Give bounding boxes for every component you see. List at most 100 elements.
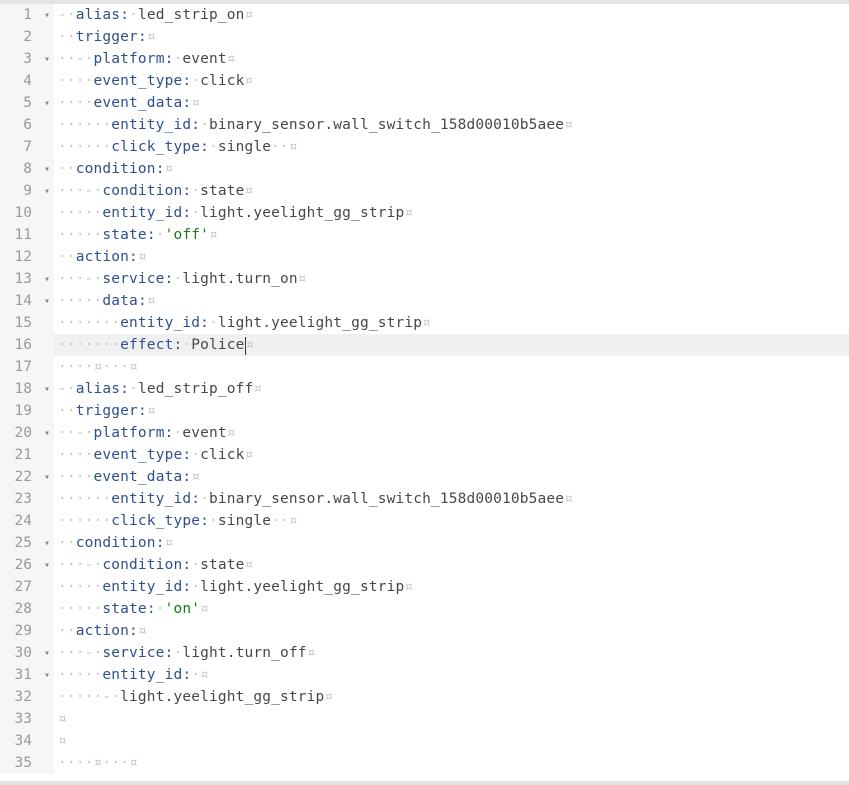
code-content[interactable]: ·····-·light.yeelight_gg_strip¤	[54, 686, 849, 708]
fold-toggle-icon[interactable]: ▾	[40, 664, 54, 686]
fold-toggle-icon[interactable]: ▾	[40, 290, 54, 312]
code-line[interactable]: 20▾··-·platform:·event¤	[0, 422, 849, 444]
code-content[interactable]: ·····entity_id:·¤	[54, 664, 849, 686]
code-line[interactable]: 11·····state:·'off'¤	[0, 224, 849, 246]
code-content[interactable]: ¤	[54, 708, 849, 730]
code-line[interactable]: 10·····entity_id:·light.yeelight_gg_stri…	[0, 202, 849, 224]
code-content[interactable]: ····event_data:¤	[54, 92, 849, 114]
code-line[interactable]: 19··trigger:¤	[0, 400, 849, 422]
code-content[interactable]: ·····entity_id:·light.yeelight_gg_strip¤	[54, 576, 849, 598]
token-ws: ·	[191, 183, 200, 199]
fold-toggle-icon[interactable]: ▾	[40, 4, 54, 26]
fold-toggle-icon[interactable]: ▾	[40, 48, 54, 70]
code-line[interactable]: 18▾-·alias:·led_strip_off¤	[0, 378, 849, 400]
code-line[interactable]: 14▾·····data:¤	[0, 290, 849, 312]
code-line[interactable]: 22▾····event_data:¤	[0, 466, 849, 488]
token-ws: ···-·	[58, 271, 102, 287]
code-content[interactable]: ······click_type:·single··¤	[54, 510, 849, 532]
code-line[interactable]: 29··action:¤	[0, 620, 849, 642]
code-line[interactable]: 7 ······click_type:·single··¤	[0, 136, 849, 158]
code-line[interactable]: 21····event_type:·click¤	[0, 444, 849, 466]
code-line[interactable]: 24······click_type:·single··¤	[0, 510, 849, 532]
code-line[interactable]: 17····¤···¤	[0, 356, 849, 378]
code-content[interactable]: ···-·service:·light.turn_off¤	[54, 642, 849, 664]
code-content[interactable]: ······click_type:·single··¤	[54, 136, 849, 158]
fold-toggle-icon[interactable]: ▾	[40, 378, 54, 400]
code-content[interactable]: ·······entity_id:·light.yeelight_gg_stri…	[54, 312, 849, 334]
code-editor[interactable]: 1▾-·alias:·led_strip_on¤2··trigger:¤3▾··…	[0, 0, 849, 785]
code-content[interactable]: ¤	[54, 730, 849, 752]
code-content[interactable]: ···-·condition:·state¤	[54, 180, 849, 202]
code-content[interactable]: ····event_type:·click¤	[54, 70, 849, 92]
code-line[interactable]: 26▾···-·condition:·state¤	[0, 554, 849, 576]
fold-toggle-icon[interactable]: ▾	[40, 532, 54, 554]
code-line[interactable]: 6······entity_id:·binary_sensor.wall_swi…	[0, 114, 849, 136]
fold-toggle-icon	[40, 708, 54, 730]
code-content[interactable]: ·····state:·'on'¤	[54, 598, 849, 620]
code-content[interactable]: ··-·platform:·event¤	[54, 422, 849, 444]
code-content[interactable]: ··condition:¤	[54, 158, 849, 180]
code-content[interactable]: ··action:¤	[54, 620, 849, 642]
line-number: 30	[0, 642, 40, 664]
code-line[interactable]: 3▾··-·platform:·event¤	[0, 48, 849, 70]
fold-toggle-icon[interactable]: ▾	[40, 554, 54, 576]
line-number: 18	[0, 378, 40, 400]
code-line[interactable]: 8▾··condition:¤	[0, 158, 849, 180]
token-eol: ¤	[245, 557, 254, 573]
fold-toggle-icon[interactable]: ▾	[40, 268, 54, 290]
code-content[interactable]: ···-·service:·light.turn_on¤	[54, 268, 849, 290]
code-line[interactable]: 23······entity_id:·binary_sensor.wall_sw…	[0, 488, 849, 510]
code-content[interactable]: ·····entity_id:·light.yeelight_gg_strip¤	[54, 202, 849, 224]
code-content[interactable]: -·alias:·led_strip_off¤	[54, 378, 849, 400]
code-content[interactable]: ·······effect:·Police¤	[54, 334, 849, 356]
code-content[interactable]: ··trigger:¤	[54, 400, 849, 422]
token-key: service	[102, 645, 164, 661]
code-content[interactable]: ··trigger:¤	[54, 26, 849, 48]
code-content[interactable]: ··action:¤	[54, 246, 849, 268]
code-content[interactable]: ·····data:¤	[54, 290, 849, 312]
code-line[interactable]: 33¤	[0, 708, 849, 730]
code-line[interactable]: 1▾-·alias:·led_strip_on¤	[0, 4, 849, 26]
code-line[interactable]: 28·····state:·'on'¤	[0, 598, 849, 620]
code-line[interactable]: 34¤	[0, 730, 849, 752]
token-key: event_type	[94, 447, 183, 463]
token-ws: ··	[58, 161, 76, 177]
fold-toggle-icon[interactable]: ▾	[40, 92, 54, 114]
code-content[interactable]: ······entity_id:·binary_sensor.wall_swit…	[54, 114, 849, 136]
code-line[interactable]: 25▾··condition:¤	[0, 532, 849, 554]
code-content[interactable]: ··-·platform:·event¤	[54, 48, 849, 70]
token-val: single	[218, 139, 271, 155]
code-content[interactable]: ······entity_id:·binary_sensor.wall_swit…	[54, 488, 849, 510]
code-content[interactable]: ····¤···¤	[54, 752, 849, 774]
fold-toggle-icon[interactable]: ▾	[40, 642, 54, 664]
code-content[interactable]: -·alias:·led_strip_on¤	[54, 4, 849, 26]
code-content[interactable]: ····¤···¤	[54, 356, 849, 378]
code-line[interactable]: 5▾····event_data:¤	[0, 92, 849, 114]
code-line[interactable]: 13▾···-·service:·light.turn_on¤	[0, 268, 849, 290]
code-line[interactable]: 27·····entity_id:·light.yeelight_gg_stri…	[0, 576, 849, 598]
code-line[interactable]: 30▾···-·service:·light.turn_off¤	[0, 642, 849, 664]
code-line[interactable]: 9▾···-·condition:·state¤	[0, 180, 849, 202]
code-line[interactable]: 2··trigger:¤	[0, 26, 849, 48]
fold-toggle-icon[interactable]: ▾	[40, 422, 54, 444]
code-line[interactable]: 35····¤···¤	[0, 752, 849, 774]
code-content[interactable]: ·····state:·'off'¤	[54, 224, 849, 246]
fold-toggle-icon[interactable]: ▾	[40, 466, 54, 488]
fold-toggle-icon[interactable]: ▾	[40, 180, 54, 202]
code-content[interactable]: ··condition:¤	[54, 532, 849, 554]
code-line[interactable]: 4····event_type:·click¤	[0, 70, 849, 92]
code-content[interactable]: ···-·condition:·state¤	[54, 554, 849, 576]
code-content[interactable]: ····event_data:¤	[54, 466, 849, 488]
token-ws: ··	[271, 513, 289, 529]
fold-toggle-icon	[40, 70, 54, 92]
code-line[interactable]: 31▾·····entity_id:·¤	[0, 664, 849, 686]
code-line[interactable]: 12··action:¤	[0, 246, 849, 268]
line-number: 22	[0, 466, 40, 488]
code-line[interactable]: 32·····-·light.yeelight_gg_strip¤	[0, 686, 849, 708]
code-content[interactable]: ····event_type:·click¤	[54, 444, 849, 466]
fold-toggle-icon[interactable]: ▾	[40, 158, 54, 180]
code-line[interactable]: 15·······entity_id:·light.yeelight_gg_st…	[0, 312, 849, 334]
token-eol: ¤	[253, 381, 262, 397]
code-line[interactable]: 16·······effect:·Police¤	[0, 334, 849, 356]
line-number: 7	[0, 136, 40, 158]
